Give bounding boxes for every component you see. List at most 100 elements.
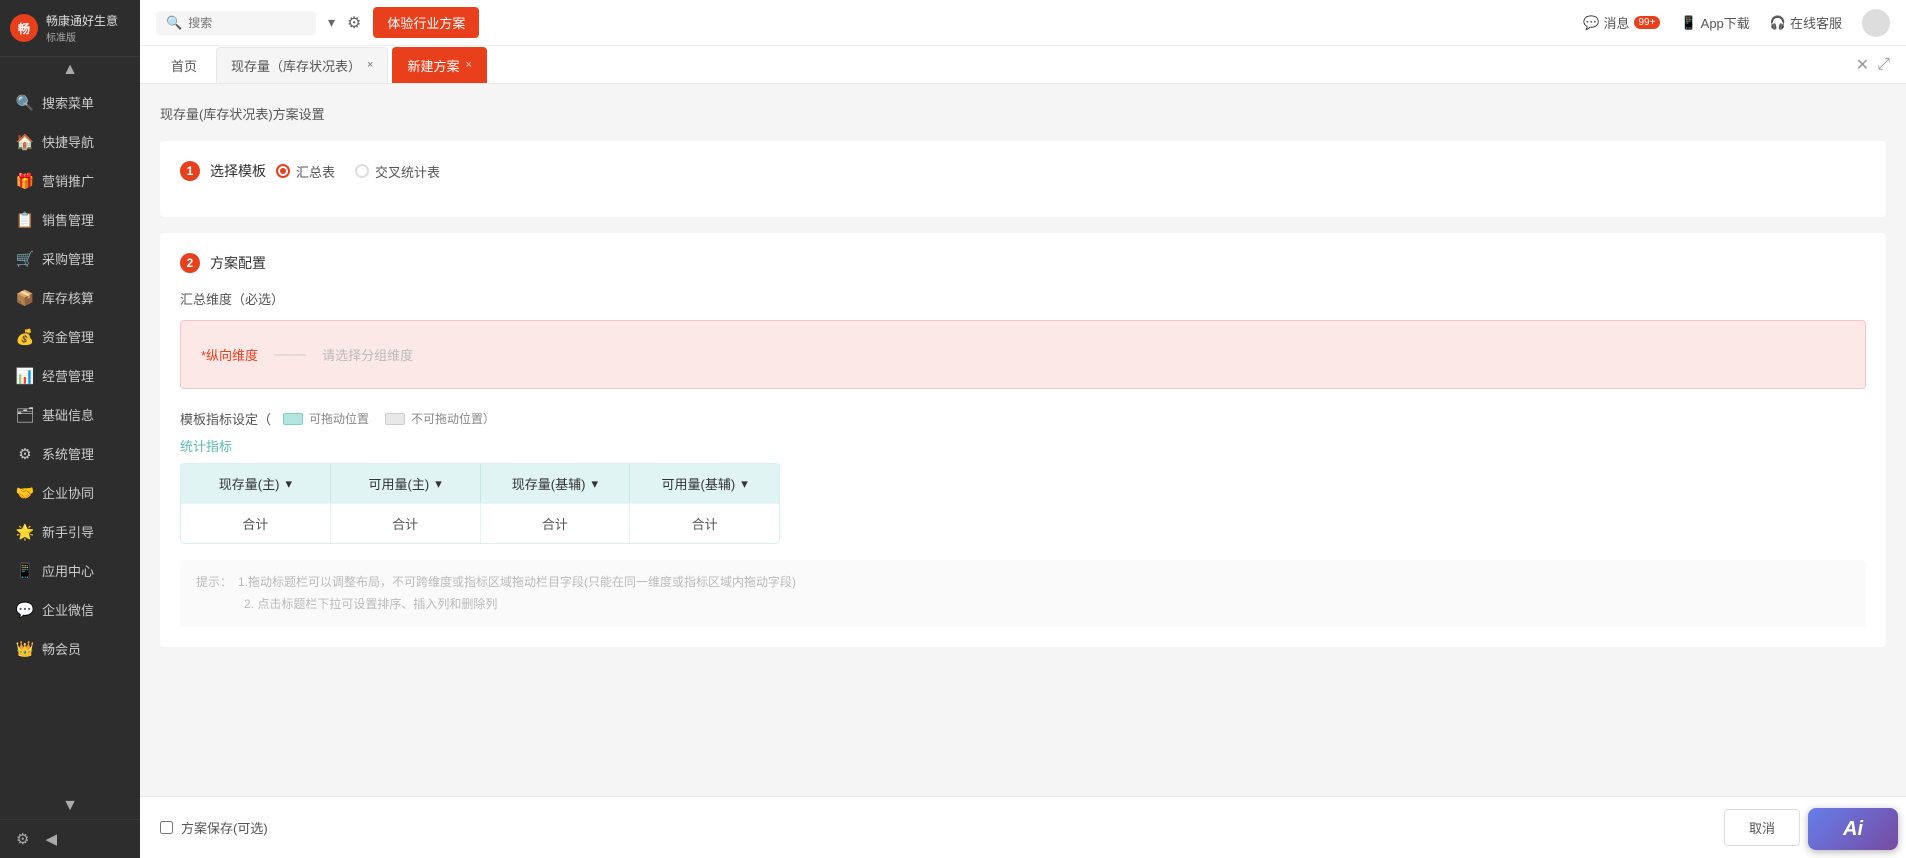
col-current-main[interactable]: 现存量(主) ▾ [181, 464, 331, 503]
new-plan-tab-close[interactable]: × [465, 59, 471, 71]
radio-cross[interactable]: 交叉统计表 [355, 162, 440, 181]
tab-inventory[interactable]: 现存量（库存状况表） × [216, 47, 388, 83]
sales-icon: 📋 [16, 211, 34, 229]
sidebar-logo: 畅 畅康通好生意 标准版 [0, 0, 140, 57]
sidebar-item-sales[interactable]: 📋 销售管理 [0, 200, 140, 239]
system-icon: ⚙ [16, 445, 34, 463]
search-box[interactable]: 🔍 [156, 11, 316, 35]
non-draggable-legend-box [385, 413, 405, 425]
ai-badge[interactable]: Ai [1808, 808, 1898, 850]
col-current-aux-dropdown[interactable]: ▾ [591, 476, 598, 492]
new-plan-tab-label: 新建方案 [407, 56, 459, 75]
collapse-icon[interactable]: ◀ [45, 830, 57, 848]
step1-badge: 1 [180, 161, 200, 181]
tab-home[interactable]: 首页 [156, 47, 212, 83]
trial-btn[interactable]: 体验行业方案 [373, 7, 479, 38]
message-btn[interactable]: 💬 消息 99+ [1583, 13, 1660, 32]
col-available-main-dropdown[interactable]: ▾ [435, 476, 442, 492]
tab-close-panel-btn[interactable]: ✕ [1856, 55, 1869, 75]
search-dropdown-btn[interactable]: ▾ [328, 14, 335, 31]
finance-icon: 💰 [16, 328, 34, 346]
sidebar-item-finance[interactable]: 💰 资金管理 [0, 317, 140, 356]
radio-summary[interactable]: 汇总表 [276, 162, 335, 181]
draggable-legend-label: 可拖动位置 [309, 410, 369, 427]
col-current-main-dropdown[interactable]: ▾ [285, 476, 292, 492]
service-icon: 🎧 [1770, 15, 1786, 31]
main-area: 🔍 ▾ ⚙ 体验行业方案 💬 消息 99+ 📱 App下载 🎧 在线客服 [140, 0, 1906, 858]
sidebar-item-label-basic-info: 基础信息 [42, 405, 94, 424]
col-available-aux[interactable]: 可用量(基辅) ▾ [630, 464, 779, 503]
topbar-settings-btn[interactable]: ⚙ [347, 13, 361, 33]
sidebar-item-wechat[interactable]: 💬 企业微信 [0, 590, 140, 629]
sidebar-item-label-system: 系统管理 [42, 444, 94, 463]
newcomer-icon: 🌟 [16, 523, 34, 541]
sidebar-item-vip[interactable]: 👑 畅会员 [0, 629, 140, 668]
wechat-icon: 💬 [16, 601, 34, 619]
sidebar-item-cooperation[interactable]: 🤝 企业协同 [0, 473, 140, 512]
tab-new-plan[interactable]: 新建方案 × [392, 47, 486, 83]
operations-icon: 📊 [16, 367, 34, 385]
online-service-btn[interactable]: 🎧 在线客服 [1770, 13, 1842, 32]
col-current-aux[interactable]: 现存量(基辅) ▾ [481, 464, 631, 503]
tabs-bar: 首页 现存量（库存状况表） × 新建方案 × ✕ ⤢ [140, 46, 1906, 84]
step2-title: 方案配置 [210, 253, 266, 273]
sidebar-item-label-finance: 资金管理 [42, 327, 94, 346]
step1-section: 1 选择模板 汇总表 交叉统计表 [160, 141, 1886, 217]
topbar-right: 💬 消息 99+ 📱 App下载 🎧 在线客服 [1583, 9, 1890, 37]
col-available-main[interactable]: 可用量(主) ▾ [331, 464, 481, 503]
sidebar-item-purchase[interactable]: 🛒 采购管理 [0, 239, 140, 278]
dimension-section-title: 汇总维度（必选） [180, 289, 1866, 308]
footer-bar: 方案保存(可选) 取消 查询 [140, 796, 1906, 858]
inventory-tab-close[interactable]: × [367, 59, 373, 71]
tab-controls: ✕ ⤢ [1856, 55, 1890, 75]
settings-icon[interactable]: ⚙ [16, 830, 29, 848]
dimension-divider: —— [274, 346, 306, 364]
sidebar-item-app-center[interactable]: 📱 应用中心 [0, 551, 140, 590]
tips-section: 提示： 1.拖动标题栏可以调整布局，不可跨维度或指标区域拖动栏目字段(只能在同一… [180, 560, 1866, 627]
sidebar: 畅 畅康通好生意 标准版 ▲ 🔍 搜索菜单 🏠 快捷导航 🎁 营销推广 📋 销售… [0, 0, 140, 858]
sidebar-item-label-cooperation: 企业协同 [42, 483, 94, 502]
sidebar-scroll-up-btn[interactable]: ▲ [0, 57, 140, 83]
radio-cross-label: 交叉统计表 [375, 162, 440, 181]
sidebar-item-quick-nav[interactable]: 🏠 快捷导航 [0, 122, 140, 161]
search-input[interactable] [188, 16, 288, 30]
app-edition: 标准版 [46, 29, 118, 44]
sidebar-scroll-down-btn[interactable]: ▼ [0, 793, 140, 819]
sidebar-item-system[interactable]: ⚙ 系统管理 [0, 434, 140, 473]
sidebar-item-inventory[interactable]: 📦 库存核算 [0, 278, 140, 317]
home-tab-label: 首页 [171, 56, 197, 75]
content-area: 现存量(库存状况表)方案设置 1 选择模板 汇总表 交叉统计表 [140, 84, 1906, 796]
non-draggable-legend-label: 不可拖动位置） [411, 410, 495, 427]
app-download-btn[interactable]: 📱 App下载 [1680, 13, 1749, 32]
stats-table: 现存量(主) ▾ 可用量(主) ▾ 现存量(基辅) ▾ 可用量(基辅) [180, 463, 780, 544]
dimension-placeholder: 请选择分组维度 [322, 345, 413, 364]
tab-expand-btn[interactable]: ⤢ [1877, 55, 1890, 75]
col-available-main-label: 可用量(主) [369, 474, 430, 493]
save-checkbox-label[interactable]: 方案保存(可选) [160, 818, 268, 837]
non-draggable-legend: 不可拖动位置） [385, 410, 495, 427]
search-menu-icon: 🔍 [16, 94, 34, 112]
table-data-row: 合计 合计 合计 合计 [181, 503, 779, 543]
sidebar-item-label-marketing: 营销推广 [42, 171, 94, 190]
user-avatar-btn[interactable] [1862, 9, 1890, 37]
step1-title: 选择模板 [210, 161, 266, 181]
sidebar-item-label-purchase: 采购管理 [42, 249, 94, 268]
sidebar-items-container: 🔍 搜索菜单 🏠 快捷导航 🎁 营销推广 📋 销售管理 🛒 采购管理 📦 库存核… [0, 83, 140, 793]
sidebar-item-search-menu[interactable]: 🔍 搜索菜单 [0, 83, 140, 122]
vertical-dimension-label: *纵向维度 [201, 345, 258, 364]
sidebar-item-label-vip: 畅会员 [42, 639, 81, 658]
sidebar-item-basic-info[interactable]: 🗂 基础信息 [0, 395, 140, 434]
quick-nav-icon: 🏠 [16, 133, 34, 151]
sidebar-item-operations[interactable]: 📊 经营管理 [0, 356, 140, 395]
sidebar-item-newcomer[interactable]: 🌟 新手引导 [0, 512, 140, 551]
app-download-label: App下载 [1701, 13, 1750, 32]
sidebar-item-marketing[interactable]: 🎁 营销推广 [0, 161, 140, 200]
dimension-area[interactable]: *纵向维度 —— 请选择分组维度 [180, 320, 1866, 389]
indicator-section: 模板指标设定（ 可拖动位置 不可拖动位置） 统计指标 [180, 409, 1866, 627]
sidebar-item-label-inventory: 库存核算 [42, 288, 94, 307]
template-radio-group: 汇总表 交叉统计表 [276, 162, 440, 181]
cell-total-1: 合计 [181, 504, 331, 543]
cancel-button[interactable]: 取消 [1724, 809, 1800, 846]
save-checkbox-input[interactable] [160, 821, 173, 834]
col-available-aux-dropdown[interactable]: ▾ [741, 476, 748, 492]
